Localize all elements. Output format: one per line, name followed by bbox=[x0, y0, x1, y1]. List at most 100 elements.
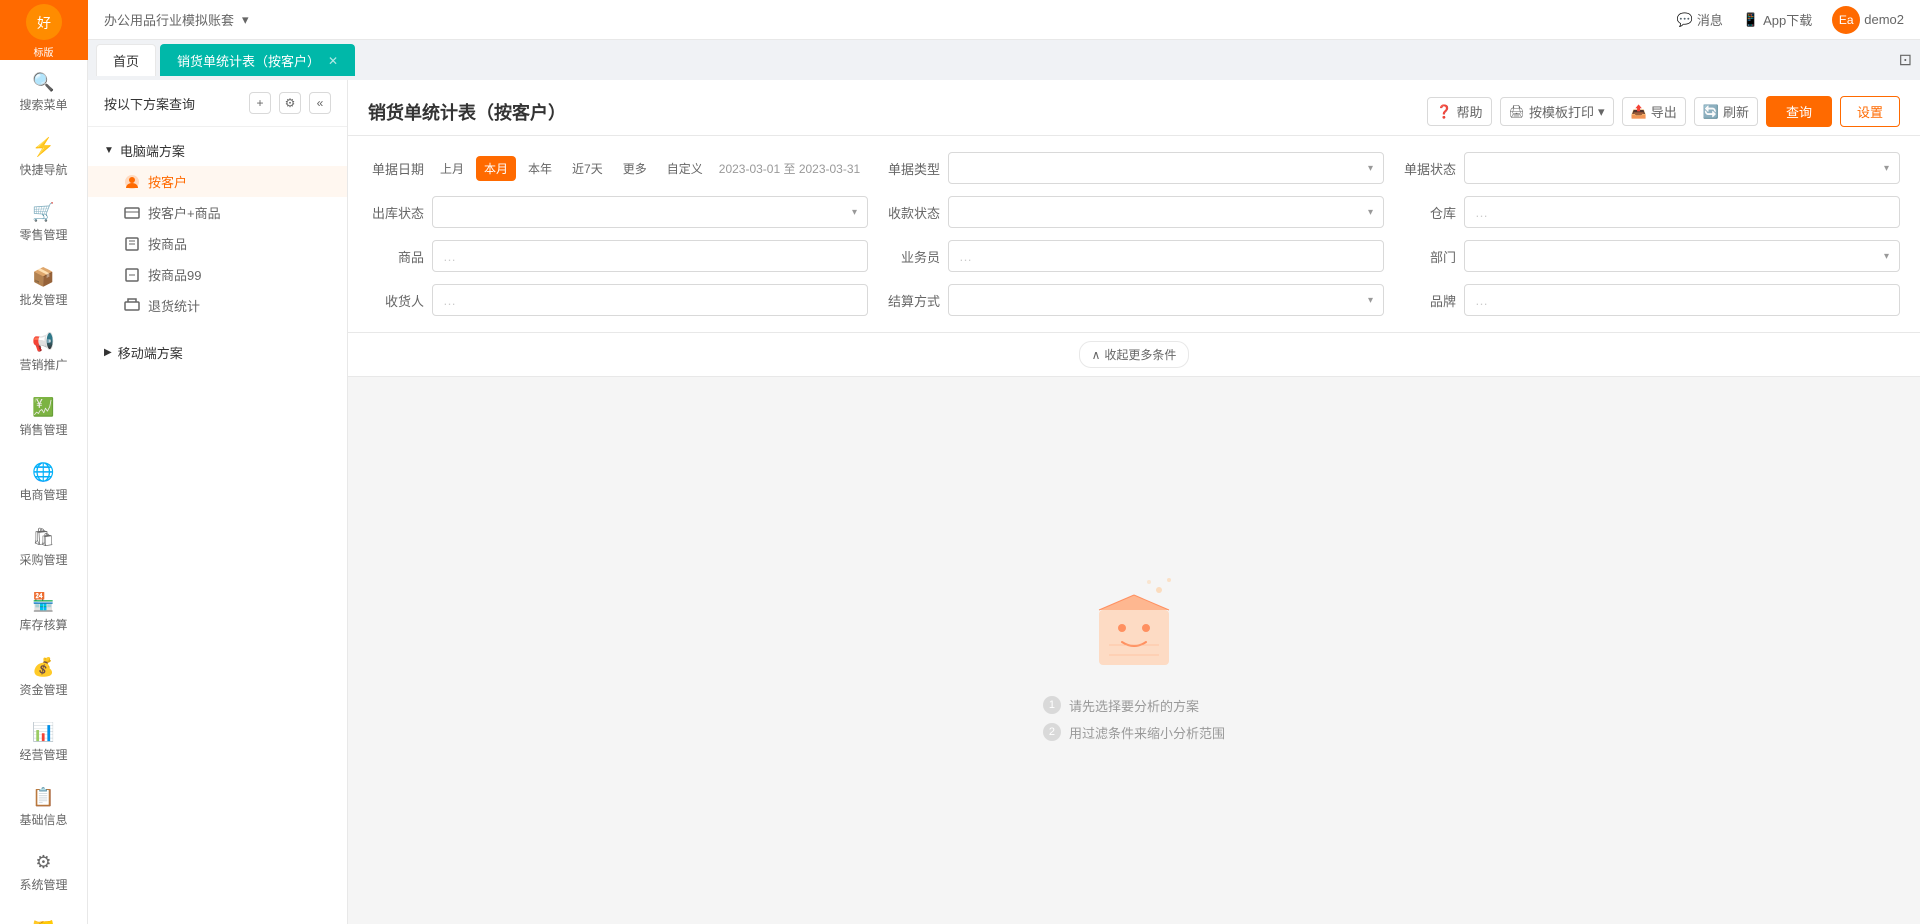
brand-input[interactable]: … bbox=[1464, 284, 1900, 316]
payment-status-filter: 收款状态 ▾ bbox=[884, 196, 1384, 228]
department-input[interactable]: ▾ bbox=[1464, 240, 1900, 272]
product-filter: 商品 … bbox=[368, 240, 868, 272]
salesperson-dots: … bbox=[959, 249, 972, 264]
quick-icon: ⚡ bbox=[32, 137, 54, 158]
salesperson-input[interactable]: … bbox=[948, 240, 1384, 272]
returns-label: 退货统计 bbox=[148, 296, 200, 315]
warehouse-filter: 仓库 … bbox=[1400, 196, 1900, 228]
business-icon: 📊 bbox=[32, 722, 54, 743]
desktop-group-title[interactable]: ▼ 电脑端方案 bbox=[88, 135, 347, 166]
sidebar-item-inventory[interactable]: 🏪 库存核算 bbox=[0, 580, 87, 645]
sidebar-item-sales[interactable]: 💹 销售管理 bbox=[0, 385, 87, 450]
sidebar-finance-label: 资金管理 bbox=[19, 681, 67, 698]
date-range: 2023-03-01 至 2023-03-31 bbox=[719, 160, 860, 177]
scheme-item-customer[interactable]: 按客户 bbox=[88, 166, 347, 197]
product99-icon bbox=[124, 267, 140, 283]
sidebar-item-wholesale[interactable]: 📦 批发管理 bbox=[0, 255, 87, 320]
product-scheme-icon bbox=[124, 236, 140, 252]
delivery-dropdown-icon: ▾ bbox=[852, 207, 857, 218]
help-button[interactable]: ❓ 帮助 bbox=[1427, 97, 1491, 126]
add-scheme-button[interactable]: + bbox=[249, 92, 271, 114]
brand-label: 品牌 bbox=[1400, 291, 1456, 310]
inventory-icon: 🏪 bbox=[32, 592, 54, 613]
settlement-dropdown-icon: ▾ bbox=[1368, 295, 1373, 306]
date-label: 单据日期 bbox=[368, 159, 424, 178]
sidebar-item-basics[interactable]: 📋 基础信息 bbox=[0, 775, 87, 840]
mobile-group-expand-icon: ▶ bbox=[104, 347, 112, 358]
customer-product-icon bbox=[124, 205, 140, 221]
date-btn-custom[interactable]: 自定义 bbox=[659, 156, 711, 181]
date-btn-this-month[interactable]: 本月 bbox=[476, 156, 516, 181]
order-type-input[interactable]: ▾ bbox=[948, 152, 1384, 184]
sidebar-item-retail[interactable]: 🛒 零售管理 bbox=[0, 190, 87, 255]
sidebar-item-business[interactable]: 📊 经营管理 bbox=[0, 710, 87, 775]
collapse-panel-button[interactable]: « bbox=[309, 92, 331, 114]
date-btn-last-month[interactable]: 上月 bbox=[432, 156, 472, 181]
settlement-input[interactable]: ▾ bbox=[948, 284, 1384, 316]
sidebar-item-search[interactable]: 🔍 搜索菜单 bbox=[0, 60, 87, 125]
filter-row-3: 商品 … 业务员 … 部门 bbox=[368, 240, 1900, 272]
app-download-button[interactable]: 📱 App下载 bbox=[1743, 10, 1812, 29]
tab-sales-report[interactable]: 销货单统计表（按客户） ✕ bbox=[160, 44, 355, 76]
collapse-bar: ∧ 收起更多条件 bbox=[348, 333, 1920, 377]
sidebar-item-marketing[interactable]: 📢 营销推广 bbox=[0, 320, 87, 385]
tab-home[interactable]: 首页 bbox=[96, 44, 156, 76]
product-input[interactable]: … bbox=[432, 240, 868, 272]
desktop-group-label: 电脑端方案 bbox=[120, 141, 185, 160]
brand-dots: … bbox=[1475, 293, 1488, 308]
sales-icon: 💹 bbox=[32, 397, 54, 418]
collapse-button[interactable]: ∧ 收起更多条件 bbox=[1079, 341, 1190, 368]
header-left: 办公用品行业模拟账套 ▾ bbox=[104, 10, 249, 29]
order-type-dropdown-icon: ▾ bbox=[1368, 163, 1373, 174]
collapse-up-icon: ∧ bbox=[1092, 348, 1101, 362]
payment-status-input[interactable]: ▾ bbox=[948, 196, 1384, 228]
sidebar-item-system[interactable]: ⚙ 系统管理 bbox=[0, 840, 87, 905]
order-status-label: 单据状态 bbox=[1400, 159, 1456, 178]
date-btn-this-year[interactable]: 本年 bbox=[520, 156, 560, 181]
sidebar-system-label: 系统管理 bbox=[19, 876, 67, 893]
filter-row-4: 收货人 … 结算方式 ▾ 品牌 bbox=[368, 284, 1900, 316]
user-profile[interactable]: Ea demo2 bbox=[1832, 6, 1904, 34]
department-dropdown-icon: ▾ bbox=[1884, 251, 1889, 262]
scheme-item-returns[interactable]: 退货统计 bbox=[88, 290, 347, 321]
date-btn-7days[interactable]: 近7天 bbox=[564, 156, 611, 181]
export-button[interactable]: 📤 导出 bbox=[1622, 97, 1686, 126]
settings-button[interactable]: 设置 bbox=[1840, 96, 1900, 127]
hint-1-number: 1 bbox=[1043, 696, 1061, 714]
sidebar-item-quick[interactable]: ⚡ 快捷导航 bbox=[0, 125, 87, 190]
svg-text:好: 好 bbox=[37, 15, 51, 31]
sidebar-item-ecommerce[interactable]: 🌐 电商管理 bbox=[0, 450, 87, 515]
department-label: 部门 bbox=[1400, 247, 1456, 266]
tab-close-icon[interactable]: ✕ bbox=[328, 54, 338, 68]
order-status-input[interactable]: ▾ bbox=[1464, 152, 1900, 184]
warehouse-input[interactable]: … bbox=[1464, 196, 1900, 228]
wholesale-icon: 📦 bbox=[32, 267, 54, 288]
scheme-item-product99[interactable]: 按商品99 bbox=[88, 259, 347, 290]
mobile-group-title[interactable]: ▶ 移动端方案 bbox=[88, 337, 347, 368]
purchase-icon: 🛍 bbox=[32, 527, 55, 548]
tab-expand-icon[interactable]: ⊡ bbox=[1899, 50, 1912, 70]
delivery-status-input[interactable]: ▾ bbox=[432, 196, 868, 228]
date-btn-more[interactable]: 更多 bbox=[615, 156, 655, 181]
header-right: 💬 消息 📱 App下载 Ea demo2 bbox=[1677, 6, 1904, 34]
query-button[interactable]: 查询 bbox=[1766, 96, 1832, 127]
message-icon: 💬 bbox=[1677, 12, 1693, 28]
sidebar-item-finance[interactable]: 💰 资金管理 bbox=[0, 645, 87, 710]
basics-icon: 📋 bbox=[32, 787, 54, 808]
scheme-item-customer-product[interactable]: 按客户+商品 bbox=[88, 197, 347, 228]
receiver-input[interactable]: … bbox=[432, 284, 868, 316]
sidebar-item-purchase[interactable]: 🛍 采购管理 bbox=[0, 515, 87, 580]
breadcrumb-arrow: ▾ bbox=[242, 12, 249, 28]
template-print-button[interactable]: 🖨 按模板打印 ▾ bbox=[1500, 97, 1614, 126]
empty-illustration bbox=[1074, 560, 1194, 680]
message-button[interactable]: 💬 消息 bbox=[1677, 10, 1723, 29]
sidebar-item-enterprise[interactable]: 🤝 企业协同 bbox=[0, 905, 87, 924]
refresh-button[interactable]: 🔄 刷新 bbox=[1694, 97, 1758, 126]
date-filter-item: 单据日期 上月 本月 本年 近7天 更多 自定义 2023-03-01 至 20… bbox=[368, 156, 868, 181]
customer-scheme-icon bbox=[124, 174, 140, 190]
system-icon: ⚙ bbox=[35, 852, 51, 873]
scheme-item-product[interactable]: 按商品 bbox=[88, 228, 347, 259]
settings-scheme-button[interactable]: ⚙ bbox=[279, 92, 301, 114]
salesperson-label: 业务员 bbox=[884, 247, 940, 266]
receiver-filter: 收货人 … bbox=[368, 284, 868, 316]
